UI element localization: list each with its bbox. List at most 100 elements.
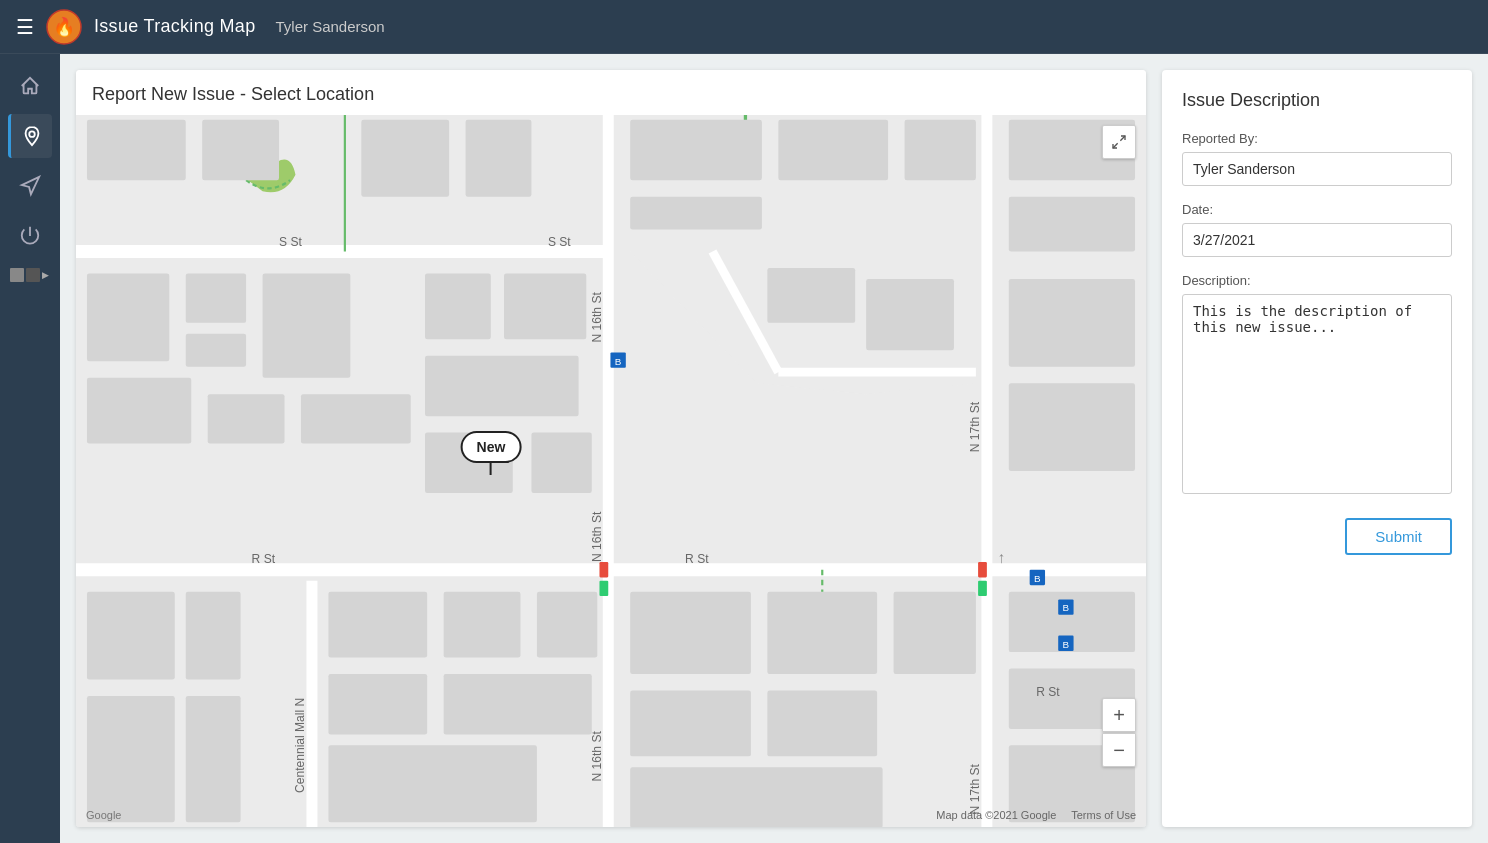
app-title: Issue Tracking Map xyxy=(94,16,255,37)
svg-text:↑: ↑ xyxy=(998,549,1006,566)
svg-text:S St: S St xyxy=(279,235,302,249)
svg-rect-23 xyxy=(425,273,491,339)
svg-text:N 16th St: N 16th St xyxy=(590,731,604,782)
svg-text:Centennial Mall N: Centennial Mall N xyxy=(293,698,307,793)
svg-rect-30 xyxy=(905,120,976,180)
svg-rect-58 xyxy=(599,562,608,577)
svg-rect-27 xyxy=(531,433,591,493)
svg-rect-41 xyxy=(328,592,427,658)
zoom-out-button[interactable]: − xyxy=(1102,733,1136,767)
map-terms-row: Map data ©2021 Google Terms of Use xyxy=(936,809,1136,821)
map-marker[interactable]: New xyxy=(461,431,522,475)
svg-rect-40 xyxy=(186,592,241,680)
date-input[interactable] xyxy=(1182,223,1452,257)
svg-rect-15 xyxy=(466,120,532,197)
svg-rect-29 xyxy=(778,120,888,180)
svg-rect-54 xyxy=(767,690,877,756)
svg-text:R St: R St xyxy=(252,552,276,566)
issue-panel-title: Issue Description xyxy=(1182,90,1452,111)
map-panel: Report New Issue - Select Location xyxy=(76,70,1146,827)
svg-rect-21 xyxy=(208,394,285,443)
submit-button[interactable]: Submit xyxy=(1345,518,1452,555)
zoom-in-button[interactable]: + xyxy=(1102,698,1136,732)
svg-rect-45 xyxy=(444,674,592,734)
marker-stem xyxy=(490,463,492,475)
sidebar: ▶ xyxy=(0,54,60,843)
svg-rect-35 xyxy=(866,279,954,350)
app-logo: 🔥 xyxy=(46,9,82,45)
svg-rect-34 xyxy=(767,268,855,323)
svg-point-2 xyxy=(29,131,35,137)
svg-text:N 17th St: N 17th St xyxy=(968,401,982,452)
svg-rect-60 xyxy=(978,562,987,577)
svg-rect-33 xyxy=(1009,197,1135,252)
main-area: ▶ Report New Issue - Select Location xyxy=(0,54,1488,843)
svg-rect-14 xyxy=(361,120,449,197)
sidebar-item-location[interactable] xyxy=(8,114,52,158)
svg-rect-53 xyxy=(630,690,751,756)
sidebar-item-home[interactable] xyxy=(8,64,52,108)
svg-text:B: B xyxy=(615,356,622,367)
svg-rect-42 xyxy=(444,592,521,658)
svg-rect-43 xyxy=(537,592,597,658)
svg-rect-18 xyxy=(186,334,246,367)
map-container[interactable]: B B B B S St S St N 16th St N 16th St N … xyxy=(76,115,1146,827)
svg-rect-44 xyxy=(328,674,427,734)
reported-by-input[interactable] xyxy=(1182,152,1452,186)
svg-rect-47 xyxy=(87,696,175,822)
fullscreen-button[interactable] xyxy=(1102,125,1136,159)
reported-by-label: Reported By: xyxy=(1182,131,1452,146)
panel-sq-2 xyxy=(26,268,40,282)
svg-text:🔥: 🔥 xyxy=(53,16,76,38)
menu-icon[interactable]: ☰ xyxy=(16,15,34,39)
navbar: ☰ 🔥 Issue Tracking Map Tyler Sanderson xyxy=(0,0,1488,54)
svg-rect-37 xyxy=(1009,383,1135,471)
svg-text:B: B xyxy=(1063,639,1070,650)
svg-rect-48 xyxy=(186,696,241,822)
sidebar-item-navigate[interactable] xyxy=(8,164,52,208)
map-data-text: Map data ©2021 Google xyxy=(936,809,1056,821)
sidebar-item-power[interactable] xyxy=(8,214,52,258)
svg-rect-24 xyxy=(504,273,586,339)
svg-rect-25 xyxy=(425,356,579,416)
svg-rect-22 xyxy=(301,394,411,443)
svg-text:S St: S St xyxy=(548,235,571,249)
description-label: Description: xyxy=(1182,273,1452,288)
svg-rect-59 xyxy=(599,581,608,596)
svg-line-82 xyxy=(1120,136,1125,141)
panel-sq-1 xyxy=(10,268,24,282)
sidebar-panel-toggle[interactable]: ▶ xyxy=(10,268,51,282)
svg-rect-32 xyxy=(630,197,762,230)
svg-text:B: B xyxy=(1034,573,1041,584)
content-area: Report New Issue - Select Location xyxy=(60,54,1488,843)
svg-rect-51 xyxy=(894,592,976,674)
svg-rect-56 xyxy=(630,767,882,827)
date-label: Date: xyxy=(1182,202,1452,217)
svg-rect-50 xyxy=(767,592,877,674)
svg-rect-36 xyxy=(1009,279,1135,367)
svg-rect-19 xyxy=(263,273,351,377)
nav-user: Tyler Sanderson xyxy=(275,18,384,35)
zoom-controls: + − xyxy=(1102,698,1136,767)
svg-rect-13 xyxy=(202,120,279,180)
svg-text:N 17th St: N 17th St xyxy=(968,763,982,814)
svg-rect-46 xyxy=(328,745,537,822)
svg-rect-20 xyxy=(87,378,191,444)
svg-text:N 16th St: N 16th St xyxy=(590,292,604,343)
svg-rect-49 xyxy=(630,592,751,674)
svg-rect-61 xyxy=(978,581,987,596)
svg-marker-3 xyxy=(22,177,39,194)
description-textarea[interactable]: This is the description of this new issu… xyxy=(1182,294,1452,494)
svg-rect-17 xyxy=(186,273,246,322)
terms-of-use-link[interactable]: Terms of Use xyxy=(1071,809,1136,821)
svg-text:N 16th St: N 16th St xyxy=(590,511,604,562)
svg-rect-16 xyxy=(87,273,169,361)
map-svg: B B B B S St S St N 16th St N 16th St N … xyxy=(76,115,1146,827)
svg-line-83 xyxy=(1113,143,1118,148)
map-attribution: Google xyxy=(86,809,121,821)
svg-rect-39 xyxy=(87,592,175,680)
expand-icon[interactable]: ▶ xyxy=(41,268,51,282)
svg-text:R St: R St xyxy=(685,552,709,566)
svg-rect-12 xyxy=(87,120,186,180)
svg-text:B: B xyxy=(1063,602,1070,613)
